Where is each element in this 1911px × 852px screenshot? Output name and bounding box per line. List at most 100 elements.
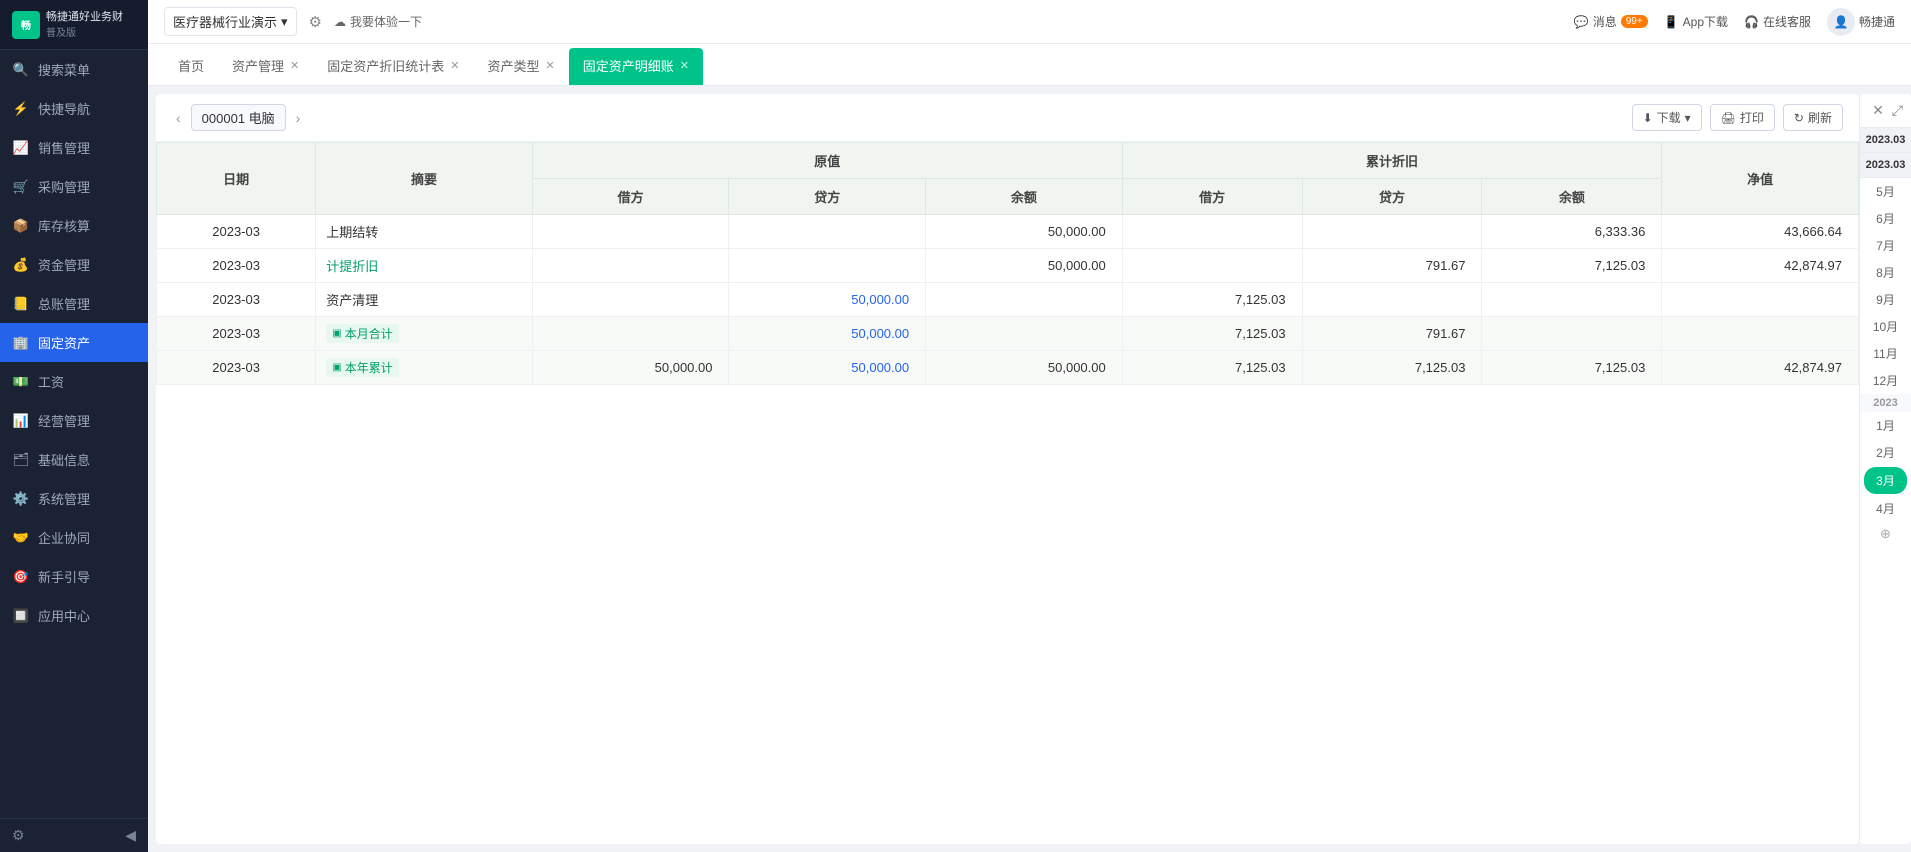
- cell-dep-credit: 7,125.03: [1302, 351, 1482, 385]
- print-button[interactable]: 🖨 打印: [1710, 104, 1775, 131]
- sidebar-item-quick[interactable]: ⚡ 快捷导航: [0, 89, 148, 128]
- main-area: 医疗器械行业演示 ▾ ⚙ ☁ 我要体验一下 💬 消息 99+ 📱 App下载: [148, 0, 1911, 852]
- cell-orig-credit: 50,000.00: [729, 283, 926, 317]
- sidebar: 畅 畅捷通好业务财 普及版 🔍 搜索菜单 ⚡ 快捷导航 📈 销售管理 🛒 采购管…: [0, 0, 148, 852]
- sidebar-item-ledger[interactable]: 📒 总账管理: [0, 284, 148, 323]
- tab-detail[interactable]: 固定资产明细账 ✕: [569, 48, 703, 85]
- sidebar-header: 畅 畅捷通好业务财 普及版: [0, 0, 148, 50]
- download-button[interactable]: ⬇ 下载 ▾: [1632, 104, 1702, 131]
- month-item-10[interactable]: 10月: [1860, 313, 1911, 340]
- cell-date: 2023-03: [157, 351, 316, 385]
- sidebar-item-fixed-assets[interactable]: 🏢 固定资产: [0, 323, 148, 362]
- sidebar-item-purchase[interactable]: 🛒 采购管理: [0, 167, 148, 206]
- month-item-7[interactable]: 7月: [1860, 232, 1911, 259]
- topbar-right: 💬 消息 99+ 📱 App下载 🎧 在线客服 👤 畅捷通: [1574, 8, 1895, 36]
- settings-gear-icon[interactable]: ⚙: [305, 9, 326, 35]
- download-btn-icon: ⬇: [1643, 111, 1653, 125]
- tab-depreport-close[interactable]: ✕: [450, 59, 459, 72]
- cell-orig-balance: 50,000.00: [926, 351, 1123, 385]
- asset-nav-left: ‹ 000001 电脑 ›: [172, 104, 304, 131]
- salary-icon: 💵: [12, 373, 30, 391]
- th-dep-balance: 余额: [1482, 179, 1662, 215]
- tab-depreport[interactable]: 固定资产折旧统计表 ✕: [313, 48, 473, 85]
- date-navigator: ✕ ⤢ 2023.03 2023.03 5月 6月 7月 8月 9月 10月 1…: [1859, 94, 1911, 844]
- date-nav-header-sub: 2023.03: [1860, 153, 1911, 178]
- month-item-2[interactable]: 2月: [1860, 439, 1911, 466]
- cell-orig-credit: 50,000.00: [729, 351, 926, 385]
- summary-year-badge: ▣ 本年累计: [326, 358, 398, 377]
- tab-assets-close[interactable]: ✕: [290, 59, 299, 72]
- sidebar-item-label: 采购管理: [38, 177, 90, 196]
- next-asset-button[interactable]: ›: [292, 108, 305, 128]
- sidebar-item-guide[interactable]: 🎯 新手引导: [0, 557, 148, 596]
- th-dep-debit: 借方: [1122, 179, 1302, 215]
- prev-asset-button[interactable]: ‹: [172, 108, 185, 128]
- month-item-11[interactable]: 11月: [1860, 340, 1911, 367]
- ledger-table: 日期 摘要 原值 累计折旧 净值 借方 贷方 余额 借方 贷方 余额: [156, 142, 1859, 385]
- th-dep-credit: 贷方: [1302, 179, 1482, 215]
- print-label: 打印: [1740, 109, 1764, 126]
- month-item-6[interactable]: 6月: [1860, 205, 1911, 232]
- month-item-5[interactable]: 5月: [1860, 178, 1911, 205]
- summary-month-badge: ▣ 本月合计: [326, 324, 398, 343]
- refresh-button[interactable]: ↻ 刷新: [1783, 104, 1843, 131]
- tab-assettype-close[interactable]: ✕: [546, 59, 555, 72]
- cell-summary: 上期结转: [316, 215, 533, 249]
- cell-date: 2023-03: [157, 317, 316, 351]
- user-menu[interactable]: 👤 畅捷通: [1827, 8, 1895, 36]
- collab-icon: 🤝: [12, 529, 30, 547]
- message-button[interactable]: 💬 消息 99+: [1574, 13, 1648, 30]
- tab-detail-close[interactable]: ✕: [680, 59, 689, 72]
- sidebar-item-inventory[interactable]: 📦 库存核算: [0, 206, 148, 245]
- ledger-icon: 📒: [12, 295, 30, 313]
- close-panel-button[interactable]: ✕: [1870, 100, 1886, 121]
- sidebar-item-label: 新手引导: [38, 567, 90, 586]
- month-item-8[interactable]: 8月: [1860, 259, 1911, 286]
- cell-net-value: [1662, 283, 1859, 317]
- cell-dep-credit: [1302, 215, 1482, 249]
- sidebar-item-label: 资金管理: [38, 255, 90, 274]
- search-icon: 🔍: [12, 61, 30, 79]
- th-orig-balance: 余额: [926, 179, 1123, 215]
- sidebar-item-sales[interactable]: 📈 销售管理: [0, 128, 148, 167]
- date-nav-down-arrow[interactable]: ⊕: [1860, 522, 1911, 546]
- sidebar-item-appstore[interactable]: 🔲 应用中心: [0, 596, 148, 635]
- download-btn-label: 下载: [1657, 109, 1681, 126]
- th-original-value: 原值: [532, 143, 1122, 179]
- experience-button[interactable]: ☁ 我要体验一下: [334, 13, 422, 30]
- online-service-button[interactable]: 🎧 在线客服: [1744, 13, 1811, 30]
- sidebar-item-capital[interactable]: 💰 资金管理: [0, 245, 148, 284]
- collapse-icon[interactable]: ◀: [125, 827, 136, 844]
- tab-home[interactable]: 首页: [164, 48, 218, 85]
- sidebar-item-operation[interactable]: 📊 经营管理: [0, 401, 148, 440]
- year-item-2023[interactable]: 2023: [1860, 394, 1911, 412]
- sidebar-item-search[interactable]: 🔍 搜索菜单: [0, 50, 148, 89]
- company-selector[interactable]: 医疗器械行业演示 ▾: [164, 7, 297, 36]
- sidebar-item-system[interactable]: ⚙️ 系统管理: [0, 479, 148, 518]
- asset-nav-right: ⬇ 下载 ▾ 🖨 打印 ↻ 刷新: [1632, 104, 1843, 131]
- settings-icon[interactable]: ⚙: [12, 827, 25, 844]
- month-item-4[interactable]: 4月: [1860, 495, 1911, 522]
- cell-orig-balance: [926, 283, 1123, 317]
- inventory-icon: 📦: [12, 217, 30, 235]
- badge-icon: ▣: [332, 328, 341, 339]
- tab-assets[interactable]: 资产管理 ✕: [218, 48, 313, 85]
- user-avatar: 👤: [1827, 8, 1855, 36]
- message-badge: 99+: [1621, 15, 1648, 28]
- sidebar-item-basic[interactable]: 🗂 基础信息: [0, 440, 148, 479]
- appstore-icon: 🔲: [12, 607, 30, 625]
- sidebar-item-collab[interactable]: 🤝 企业协同: [0, 518, 148, 557]
- tab-assettype[interactable]: 资产类型 ✕: [473, 48, 568, 85]
- month-item-12[interactable]: 12月: [1860, 367, 1911, 394]
- badge-label: 本月合计: [345, 325, 393, 342]
- cell-date: 2023-03: [157, 215, 316, 249]
- expand-panel-button[interactable]: ⤢: [1890, 100, 1905, 121]
- app-download-button[interactable]: 📱 App下载: [1664, 13, 1728, 30]
- date-nav-header-top: 2023.03: [1860, 128, 1911, 153]
- sidebar-item-salary[interactable]: 💵 工资: [0, 362, 148, 401]
- month-item-3-active[interactable]: 3月: [1864, 467, 1907, 494]
- table-row-summary-year: 2023-03 ▣ 本年累计 50,000.00 50,000.00 50,00…: [157, 351, 1859, 385]
- cell-orig-balance: 50,000.00: [926, 249, 1123, 283]
- month-item-1[interactable]: 1月: [1860, 412, 1911, 439]
- month-item-9[interactable]: 9月: [1860, 286, 1911, 313]
